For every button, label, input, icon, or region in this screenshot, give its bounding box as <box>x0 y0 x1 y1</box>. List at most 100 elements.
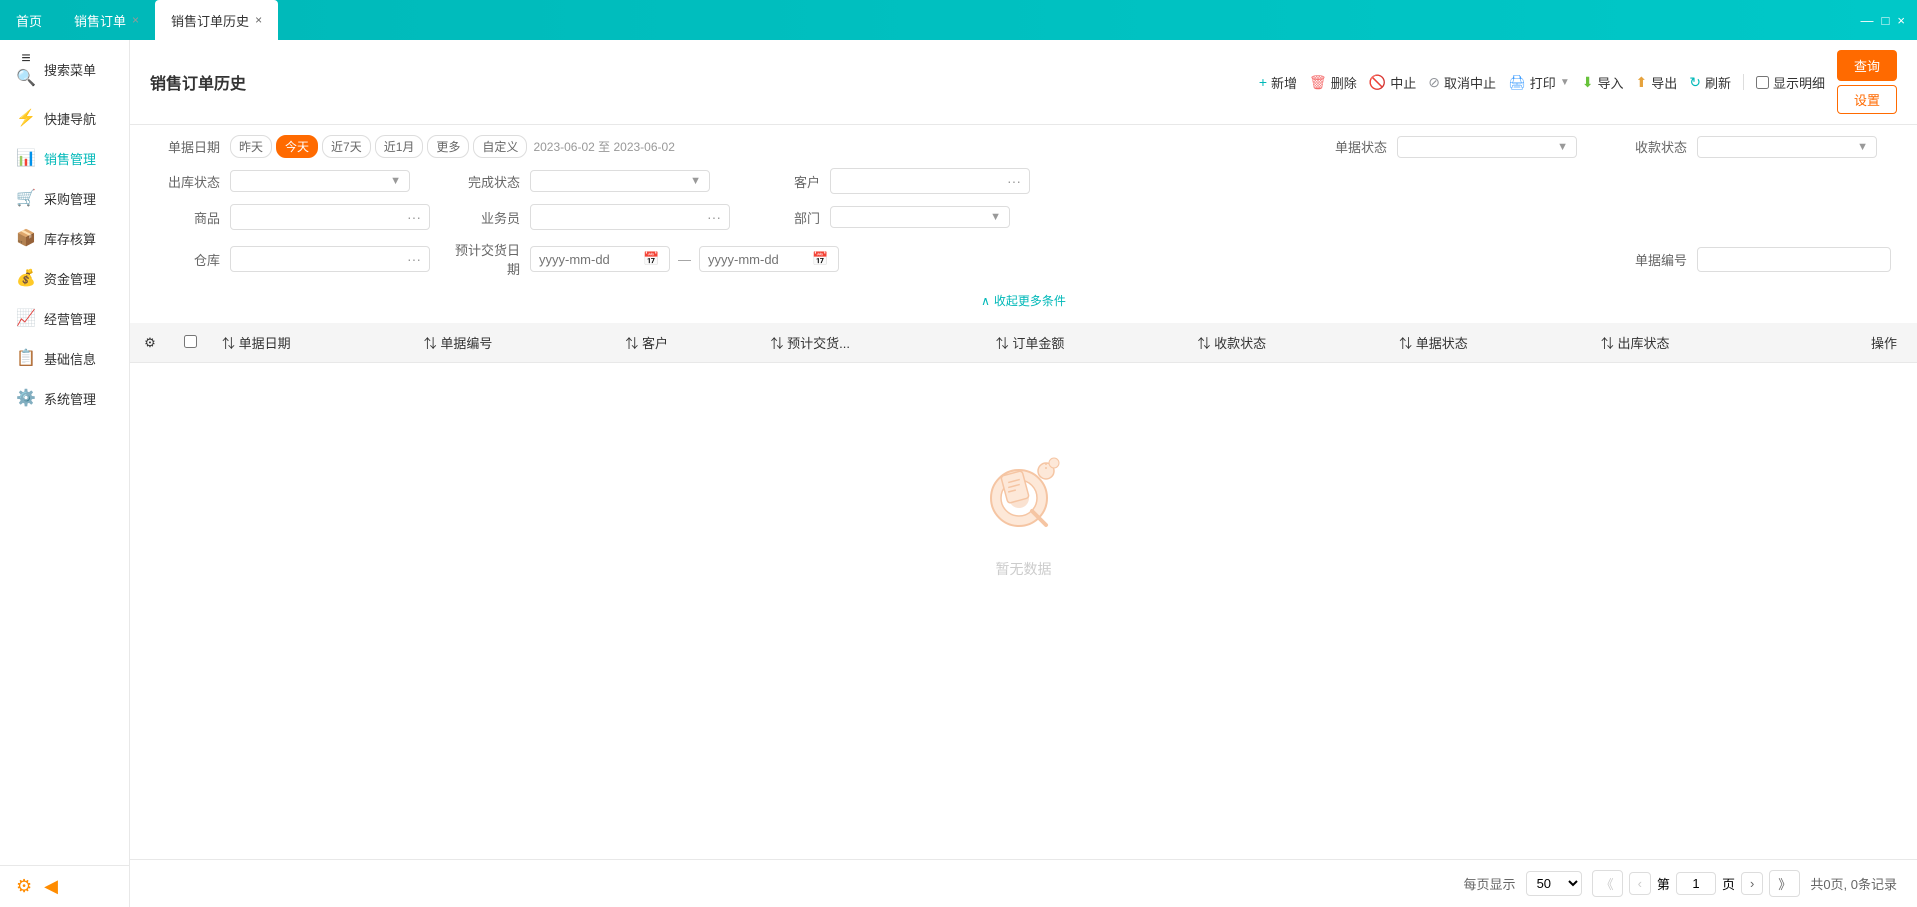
page-size-select[interactable]: 50 10 20 100 <box>1526 871 1582 896</box>
payment-status-select[interactable]: ▼ <box>1697 136 1877 158</box>
payment-status-arrow-icon: ▼ <box>1857 141 1868 153</box>
sidebar-item-operation[interactable]: 📈 经营管理 <box>0 298 129 338</box>
th-date: ⇅ 单据日期 <box>210 323 412 363</box>
th-checkbox <box>170 323 210 363</box>
sidebar-settings-icon[interactable]: ⚙ <box>16 876 32 897</box>
sidebar-item-inventory-label: 库存核算 <box>44 229 96 248</box>
date-btn-custom[interactable]: 自定义 <box>473 135 527 158</box>
doc-number-input[interactable] <box>1706 252 1882 267</box>
tab-sales-order-history[interactable]: 销售订单历史 × <box>155 0 278 40</box>
show-detail-checkbox[interactable] <box>1756 76 1769 89</box>
collapse-row[interactable]: ∧ 收起更多条件 <box>150 288 1897 315</box>
delivery-date-start-icon: 📅 <box>643 251 659 267</box>
pagination: 《 ‹ 第 页 › 》 <box>1592 870 1801 897</box>
status-filter-label: 单据状态 <box>1317 137 1397 156</box>
delivery-date-end-wrapper: 📅 <box>699 246 839 272</box>
sidebar-item-purchase-label: 采购管理 <box>44 189 96 208</box>
customer-input[interactable] <box>839 174 1005 189</box>
sidebar-item-sales[interactable]: 📊 销售管理 <box>0 138 129 178</box>
sidebar-item-quick-nav[interactable]: ⚡ 快捷导航 <box>0 98 129 138</box>
settings-button[interactable]: 设置 <box>1837 85 1897 114</box>
filter-area: 单据日期 昨天 今天 近7天 近1月 更多 自定义 2023-06-02 至 2… <box>130 125 1917 323</box>
date-btn-1month[interactable]: 近1月 <box>375 135 424 158</box>
export-button[interactable]: ⬆ 导出 <box>1635 73 1677 92</box>
out-status-select[interactable]: ▼ <box>230 170 410 192</box>
print-button[interactable]: 🖨 打印 ▼ <box>1508 73 1570 92</box>
tab-sales-order-close[interactable]: × <box>132 13 139 27</box>
th-customer: ⇅ 客户 <box>613 323 758 363</box>
date-btn-yesterday[interactable]: 昨天 <box>230 135 272 158</box>
settings-gear-icon[interactable]: ⚙ <box>144 335 156 350</box>
warehouse-input[interactable] <box>239 252 405 267</box>
delivery-date-start-input[interactable] <box>539 252 639 267</box>
product-input[interactable] <box>239 210 405 225</box>
empty-row: 暂无数据 <box>130 363 1917 660</box>
th-payment-status: ⇅ 收款状态 <box>1185 323 1387 363</box>
stop-label: 中止 <box>1390 73 1416 92</box>
status-arrow-icon: ▼ <box>1557 141 1568 153</box>
last-page-btn[interactable]: 》 <box>1769 870 1800 897</box>
purchase-icon: 🛒 <box>16 188 36 208</box>
sidebar-collapse-icon[interactable]: ◀ <box>44 876 58 897</box>
delete-icon: 🗑 <box>1309 74 1327 91</box>
th-settings[interactable]: ⚙ <box>130 323 170 363</box>
warehouse-ellipsis-icon[interactable]: ··· <box>407 251 421 267</box>
sidebar-item-purchase[interactable]: 🛒 采购管理 <box>0 178 129 218</box>
delete-button[interactable]: 🗑 删除 <box>1309 73 1357 92</box>
window-close-btn[interactable]: × <box>1897 13 1905 28</box>
th-number-label: ⇅ 单据编号 <box>424 336 493 351</box>
prev-page-btn[interactable]: ‹ <box>1629 872 1651 895</box>
refresh-button[interactable]: ↻ 刷新 <box>1689 73 1731 92</box>
tab-home[interactable]: 首页 <box>0 0 58 40</box>
product-ellipsis-icon[interactable]: ··· <box>407 209 421 225</box>
page-header: 销售订单历史 + 新增 🗑 删除 🚫 中止 ⊘ <box>130 40 1917 125</box>
window-maximize-btn[interactable]: □ <box>1882 13 1890 28</box>
complete-status-select[interactable]: ▼ <box>530 170 710 192</box>
sidebar-item-basic[interactable]: 📋 基础信息 <box>0 338 129 378</box>
window-controls: — □ × <box>1861 13 1917 28</box>
filter-row-1: 单据日期 昨天 今天 近7天 近1月 更多 自定义 2023-06-02 至 2… <box>150 135 1897 158</box>
stop-button[interactable]: 🚫 中止 <box>1369 73 1416 92</box>
window-minimize-btn[interactable]: — <box>1861 13 1874 28</box>
page-number-input[interactable] <box>1676 872 1716 895</box>
tab-sales-order-history-close[interactable]: × <box>255 13 262 27</box>
dept-label: 部门 <box>750 208 830 227</box>
next-page-btn[interactable]: › <box>1741 872 1763 895</box>
date-btn-more[interactable]: 更多 <box>427 135 469 158</box>
tab-sales-order-label: 销售订单 <box>74 11 126 30</box>
select-all-checkbox[interactable] <box>184 335 197 348</box>
th-out-status: ⇅ 出库状态 <box>1589 323 1791 363</box>
first-page-btn[interactable]: 《 <box>1592 870 1623 897</box>
tab-sales-order[interactable]: 销售订单 × <box>58 0 155 40</box>
payment-status-label: 收款状态 <box>1617 137 1697 156</box>
salesman-label: 业务员 <box>450 208 530 227</box>
salesman-ellipsis-icon[interactable]: ··· <box>707 209 721 225</box>
sidebar-item-inventory[interactable]: 📦 库存核算 <box>0 218 129 258</box>
date-btn-7days[interactable]: 近7天 <box>322 135 371 158</box>
sidebar: ≡🔍 搜索菜单 ⚡ 快捷导航 📊 销售管理 🛒 采购管理 📦 库存核算 💰 资金… <box>0 40 130 907</box>
new-button[interactable]: + 新增 <box>1259 73 1297 92</box>
customer-ellipsis-icon[interactable]: ··· <box>1007 173 1021 189</box>
query-button[interactable]: 查询 <box>1837 50 1897 81</box>
sidebar-item-search-menu[interactable]: ≡🔍 搜索菜单 <box>0 40 129 98</box>
date-btn-today[interactable]: 今天 <box>276 135 318 158</box>
cancel-stop-button[interactable]: ⊘ 取消中止 <box>1428 73 1496 92</box>
sidebar-item-system[interactable]: ⚙️ 系统管理 <box>0 378 129 418</box>
sidebar-item-finance[interactable]: 💰 资金管理 <box>0 258 129 298</box>
collapse-label: 收起更多条件 <box>994 292 1066 309</box>
import-button[interactable]: ⬇ 导入 <box>1582 73 1624 92</box>
import-icon: ⬇ <box>1582 74 1594 91</box>
dept-select[interactable]: ▼ <box>830 206 1010 228</box>
show-detail-checkbox-label[interactable]: 显示明细 <box>1756 73 1825 92</box>
status-select[interactable]: ▼ <box>1397 136 1577 158</box>
new-icon: + <box>1259 74 1267 90</box>
table-header-row: ⚙ ⇅ 单据日期 ⇅ 单据编号 ⇅ 客户 <box>130 323 1917 363</box>
customer-input-wrapper: ··· <box>830 168 1030 194</box>
dept-control: ▼ <box>830 206 1030 228</box>
delivery-date-end-input[interactable] <box>708 252 808 267</box>
th-doc-status: ⇅ 单据状态 <box>1387 323 1589 363</box>
sidebar-item-quick-nav-label: 快捷导航 <box>44 109 96 128</box>
date-range-display: 2023-06-02 至 2023-06-02 <box>533 138 674 155</box>
doc-number-label: 单据编号 <box>1617 250 1697 269</box>
salesman-input[interactable] <box>539 210 705 225</box>
